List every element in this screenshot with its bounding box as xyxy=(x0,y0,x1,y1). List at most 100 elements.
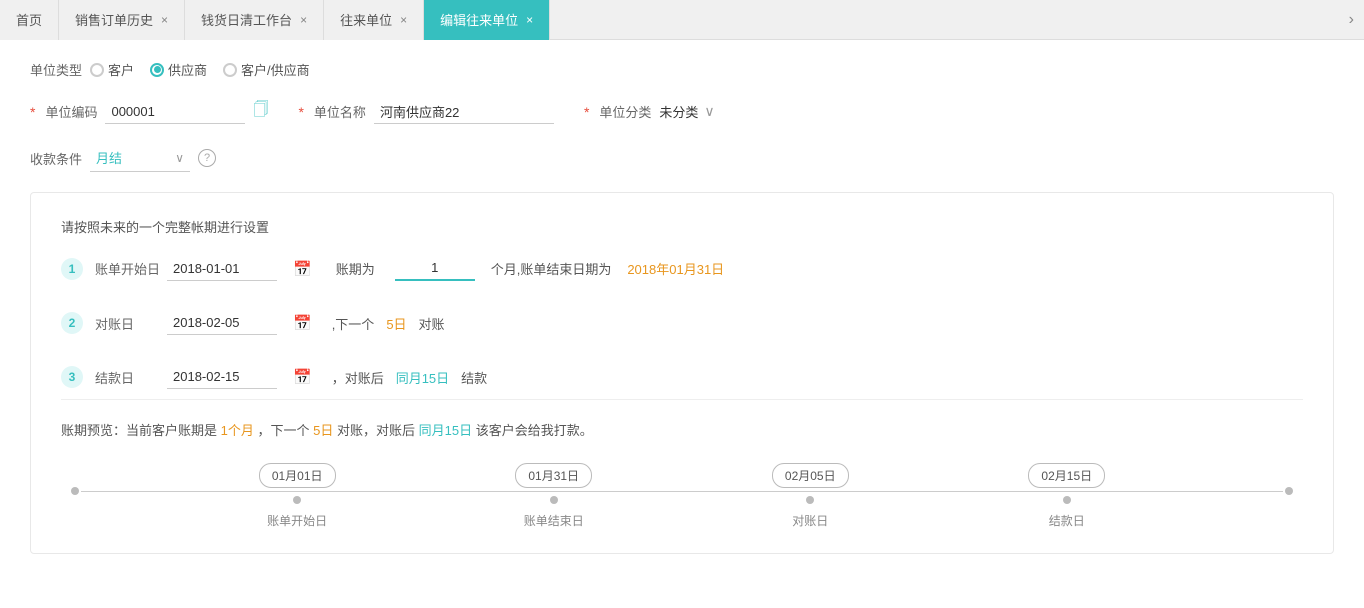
payment-condition-value: 月结 xyxy=(96,148,122,167)
step-1-date[interactable] xyxy=(167,257,277,281)
step-1-row: 1 账单开始日 📅 账期为 个月,账单结束日期为 2018年01月31日 xyxy=(61,256,1303,281)
category-dropdown-icon: ∨ xyxy=(704,103,714,120)
tab-cash-work-close[interactable]: × xyxy=(300,13,307,27)
preview-middle2: 对账，对账后 xyxy=(337,423,415,438)
timeline-badge-1: 01月01日 xyxy=(259,463,336,488)
main-content: 单位类型 客户 供应商 客户/供应商 * 单位编码 🗍 * 单位名称 xyxy=(0,40,1364,608)
period-input[interactable] xyxy=(395,256,475,281)
unit-category-group: * 单位分类 未分类 ∨ xyxy=(584,102,715,121)
timeline-point-4: 02月15日 结款日 xyxy=(1028,463,1105,529)
preview-prefix: 账期预览：当前客户账期是 xyxy=(61,423,217,438)
step-2-calendar-icon[interactable]: 📅 xyxy=(293,314,312,332)
radio-customer[interactable]: 客户 xyxy=(90,60,134,79)
unit-category-select[interactable]: 未分类 ∨ xyxy=(659,102,714,121)
radio-both[interactable]: 客户/供应商 xyxy=(223,60,310,79)
tab-home-label: 首页 xyxy=(16,10,42,29)
timeline-container: 01月01日 账单开始日 01月31日 账单结束日 02月05日 对账日 xyxy=(61,463,1303,529)
timeline-points: 01月01日 账单开始日 01月31日 账单结束日 02月05日 对账日 xyxy=(71,463,1293,529)
unit-code-star: * xyxy=(30,104,35,120)
timeline-label-1: 账单开始日 xyxy=(267,512,327,529)
step-2-row: 2 对账日 📅 ,下一个 5日 对账 xyxy=(61,311,1303,335)
step-3-highlight: 同月15日 xyxy=(396,368,449,387)
tab-partner[interactable]: 往来单位 × xyxy=(324,0,424,40)
unit-category-star: * xyxy=(584,104,589,120)
unit-name-input[interactable] xyxy=(374,100,554,124)
tab-sales-history-label: 销售订单历史 xyxy=(75,10,153,29)
timeline-dot-4 xyxy=(1063,496,1071,504)
tab-sales-history[interactable]: 销售订单历史 × xyxy=(59,0,185,40)
step-2-date[interactable] xyxy=(167,311,277,335)
unit-type-label: 单位类型 xyxy=(30,60,82,79)
unit-name-group: * 单位名称 xyxy=(298,100,553,124)
end-circle xyxy=(1285,487,1293,495)
unit-code-label: 单位编码 xyxy=(45,102,97,121)
payment-condition-row: 收款条件 月结 ∨ ? xyxy=(30,144,1334,172)
radio-group: 客户 供应商 客户/供应商 xyxy=(90,60,310,79)
step-1-middle: 账期为 xyxy=(336,259,375,278)
timeline-badge-4: 02月15日 xyxy=(1028,463,1105,488)
step-3-desc-suffix: 结款 xyxy=(461,368,487,387)
tab-home[interactable]: 首页 xyxy=(0,0,59,40)
step-1-calendar-icon[interactable]: 📅 xyxy=(293,260,312,278)
tab-edit-partner-label: 编辑往来单位 xyxy=(440,10,518,29)
inner-card: 请按照未来的一个完整帐期进行设置 1 账单开始日 📅 账期为 个月,账单结束日期… xyxy=(30,192,1334,554)
inner-card-title: 请按照未来的一个完整帐期进行设置 xyxy=(61,217,1303,236)
timeline-end-dot xyxy=(1285,487,1293,495)
preview-text: 账期预览：当前客户账期是 1个月 ，下一个 5日 对账，对账后 同月15日 该客… xyxy=(61,420,1303,439)
tab-partner-close[interactable]: × xyxy=(400,13,407,27)
timeline-dot-3 xyxy=(806,496,814,504)
help-icon[interactable]: ? xyxy=(198,149,216,167)
step-3-num: 3 xyxy=(61,366,83,388)
step-3-date[interactable] xyxy=(167,365,277,389)
preview-middle1: ，下一个 xyxy=(258,423,310,438)
tab-edit-partner[interactable]: 编辑往来单位 × xyxy=(424,0,550,40)
unit-code-icon[interactable]: 🗍 xyxy=(253,99,268,124)
preview-part3: 同月15日 xyxy=(419,423,472,438)
step-2-num: 2 xyxy=(61,312,83,334)
timeline-dot-2 xyxy=(550,496,558,504)
radio-supplier[interactable]: 供应商 xyxy=(150,60,207,79)
preview-part2: 5日 xyxy=(313,423,333,438)
timeline-label-2: 账单结束日 xyxy=(524,512,584,529)
timeline-badge-2: 01月31日 xyxy=(515,463,592,488)
unit-name-label: 单位名称 xyxy=(314,102,366,121)
step-1-num: 1 xyxy=(61,258,83,280)
tab-bar: 首页 销售订单历史 × 钱货日清工作台 × 往来单位 × 编辑往来单位 × › xyxy=(0,0,1364,40)
tab-partner-label: 往来单位 xyxy=(340,10,392,29)
radio-both-label: 客户/供应商 xyxy=(241,60,310,79)
radio-supplier-label: 供应商 xyxy=(168,60,207,79)
tab-more-button[interactable]: › xyxy=(1339,0,1364,40)
radio-customer-circle xyxy=(90,63,104,77)
radio-customer-label: 客户 xyxy=(108,60,134,79)
radio-both-circle xyxy=(223,63,237,77)
unit-type-row: 单位类型 客户 供应商 客户/供应商 xyxy=(30,60,1334,79)
tab-cash-work-label: 钱货日清工作台 xyxy=(201,10,292,29)
payment-condition-arrow: ∨ xyxy=(175,151,184,165)
divider xyxy=(61,399,1303,400)
code-name-category-row: * 单位编码 🗍 * 单位名称 * 单位分类 未分类 ∨ xyxy=(30,99,1334,124)
step-2-label: 对账日 xyxy=(95,314,155,333)
payment-condition-select[interactable]: 月结 ∨ xyxy=(90,144,190,172)
unit-code-group: * 单位编码 🗍 xyxy=(30,99,268,124)
tab-sales-history-close[interactable]: × xyxy=(161,13,168,27)
step-3-row: 3 结款日 📅 ，对账后 同月15日 结款 xyxy=(61,365,1303,389)
step-3-calendar-icon[interactable]: 📅 xyxy=(293,368,312,386)
tab-edit-partner-close[interactable]: × xyxy=(526,13,533,27)
tab-cash-work[interactable]: 钱货日清工作台 × xyxy=(185,0,324,40)
unit-code-input[interactable] xyxy=(105,100,245,124)
start-circle xyxy=(71,487,79,495)
step-1-end-date: 2018年01月31日 xyxy=(627,259,724,278)
unit-category-label: 单位分类 xyxy=(599,102,651,121)
preview-suffix: 该客户会给我打款。 xyxy=(476,423,593,438)
step-3-desc-prefix: ，对账后 xyxy=(332,368,384,387)
step-1-period-unit: 个月,账单结束日期为 xyxy=(491,259,612,278)
unit-category-value: 未分类 xyxy=(659,102,698,121)
unit-name-star: * xyxy=(298,104,303,120)
timeline-dot-1 xyxy=(293,496,301,504)
payment-condition-label: 收款条件 xyxy=(30,149,82,168)
step-1-label: 账单开始日 xyxy=(95,259,155,278)
timeline-label-4: 结款日 xyxy=(1049,512,1085,529)
step-2-highlight: 5日 xyxy=(386,314,406,333)
radio-supplier-circle xyxy=(150,63,164,77)
timeline-point-3: 02月05日 对账日 xyxy=(772,463,849,529)
